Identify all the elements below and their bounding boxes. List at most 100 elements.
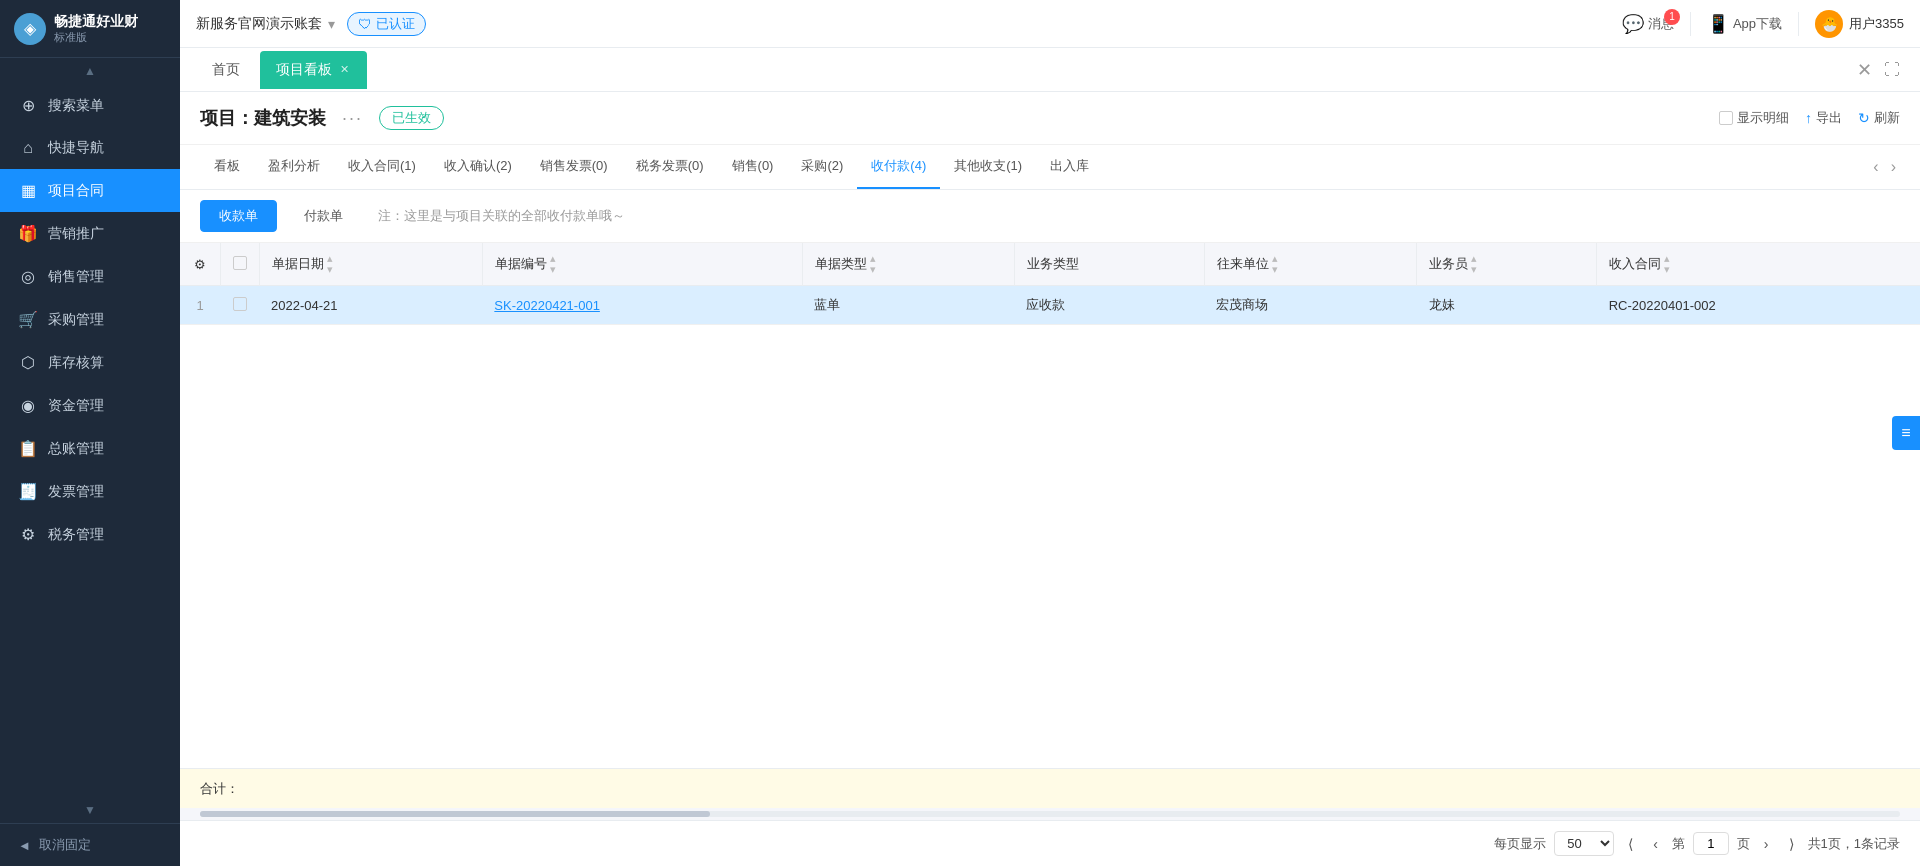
th-type-label: 单据类型 bbox=[815, 255, 867, 273]
inventory-icon: ⬡ bbox=[18, 353, 38, 372]
table-row[interactable]: 1 2022-04-21 SK-20220421-001 蓝单 应收款 宏茂商场… bbox=[180, 286, 1920, 325]
row-checkbox[interactable] bbox=[233, 297, 247, 311]
show-detail-action[interactable]: 显示明细 bbox=[1719, 109, 1789, 127]
sidebar-item-purchase[interactable]: 🛒 采购管理 bbox=[0, 298, 180, 341]
sub-tab-profit[interactable]: 盈利分析 bbox=[254, 145, 334, 189]
sub-tab-kanban[interactable]: 看板 bbox=[200, 145, 254, 189]
topbar-app-download-btn[interactable]: 📱 App下载 bbox=[1707, 13, 1782, 35]
show-detail-checkbox[interactable] bbox=[1719, 111, 1733, 125]
prev-page-btn[interactable]: ‹ bbox=[1647, 833, 1664, 855]
project-icon: ▦ bbox=[18, 181, 38, 200]
sub-tab-other-expense[interactable]: 其他收支(1) bbox=[940, 145, 1036, 189]
sidebar-item-project[interactable]: ▦ 项目合同 bbox=[0, 169, 180, 212]
scroll-down-arrow[interactable]: ▼ bbox=[0, 801, 180, 819]
sub-tab-next-arrow[interactable]: › bbox=[1887, 154, 1900, 180]
tab-close-icon[interactable]: ✕ bbox=[338, 63, 351, 76]
project-title: 项目：建筑安装 bbox=[200, 106, 326, 130]
inner-tab-note: 注：这里是与项目关联的全部收付款单哦～ bbox=[378, 207, 625, 225]
sub-tab-receipt[interactable]: 收付款(4) bbox=[857, 145, 940, 189]
inner-tab-receipt-label: 收款单 bbox=[219, 208, 258, 223]
last-page-btn[interactable]: ⟩ bbox=[1783, 833, 1800, 855]
sub-tab-inout[interactable]: 出入库 bbox=[1036, 145, 1103, 189]
sidebar-item-tax[interactable]: ⚙ 税务管理 bbox=[0, 513, 180, 556]
table-scrollbar[interactable] bbox=[180, 808, 1920, 820]
inner-tab-payment[interactable]: 付款单 bbox=[285, 200, 362, 232]
project-more-btn[interactable]: ··· bbox=[342, 108, 363, 129]
topbar-user[interactable]: 🐣 用户3355 bbox=[1815, 10, 1904, 38]
sidebar-item-label: 发票管理 bbox=[48, 483, 104, 501]
th-number[interactable]: 单据编号 ▴▾ bbox=[482, 243, 802, 286]
th-type[interactable]: 单据类型 ▴▾ bbox=[802, 243, 1014, 286]
home-icon: ⌂ bbox=[18, 139, 38, 157]
topbar-message-btn[interactable]: 💬 消息 1 bbox=[1622, 13, 1674, 35]
phone-icon: 📱 bbox=[1707, 13, 1729, 35]
app-logo-icon: ◈ bbox=[14, 13, 46, 45]
sub-tab-sales-invoice[interactable]: 销售发票(0) bbox=[526, 145, 622, 189]
sidebar-item-marketing[interactable]: 🎁 营销推广 bbox=[0, 212, 180, 255]
th-gear[interactable]: ⚙ bbox=[180, 243, 220, 286]
sidebar-item-finance[interactable]: ◉ 资金管理 bbox=[0, 384, 180, 427]
sub-tab-prev-arrow[interactable]: ‹ bbox=[1869, 154, 1882, 180]
sidebar-item-quicknav[interactable]: ⌂ 快捷导航 bbox=[0, 127, 180, 169]
th-salesperson[interactable]: 业务员 ▴▾ bbox=[1417, 243, 1597, 286]
sidebar-item-label: 营销推广 bbox=[48, 225, 104, 243]
sidebar-item-search[interactable]: ⊕ 搜索菜单 bbox=[0, 84, 180, 127]
td-checkbox[interactable] bbox=[220, 286, 259, 325]
th-date[interactable]: 单据日期 ▴▾ bbox=[259, 243, 482, 286]
tab-kanban[interactable]: 项目看板 ✕ bbox=[260, 51, 367, 89]
sidebar-item-ledger[interactable]: 📋 总账管理 bbox=[0, 427, 180, 470]
message-icon: 💬 bbox=[1622, 13, 1644, 35]
sub-tab-income-confirm[interactable]: 收入确认(2) bbox=[430, 145, 526, 189]
unpin-icon: ◄ bbox=[18, 838, 31, 853]
window-expand-btn[interactable]: ⛶ bbox=[1880, 57, 1904, 83]
page-number-input[interactable] bbox=[1693, 832, 1729, 855]
refresh-icon: ↻ bbox=[1858, 110, 1870, 126]
sidebar-unpin[interactable]: ◄ 取消固定 bbox=[0, 823, 180, 866]
sub-tabs: 看板 盈利分析 收入合同(1) 收入确认(2) 销售发票(0) 税务发票(0) … bbox=[180, 145, 1920, 190]
sidebar-item-sales[interactable]: ◎ 销售管理 bbox=[0, 255, 180, 298]
tab-home[interactable]: 首页 bbox=[196, 51, 256, 89]
sidebar-scroll-up[interactable]: ▲ bbox=[0, 58, 180, 84]
app-name: 畅捷通好业财 bbox=[54, 12, 138, 30]
td-date: 2022-04-21 bbox=[259, 286, 482, 325]
scrollbar-track[interactable] bbox=[200, 811, 1900, 817]
tab-home-label: 首页 bbox=[212, 61, 240, 79]
inner-tab-receipt[interactable]: 收款单 bbox=[200, 200, 277, 232]
refresh-action[interactable]: ↻ 刷新 bbox=[1858, 109, 1900, 127]
select-all-checkbox[interactable] bbox=[233, 256, 247, 270]
sidebar-item-label: 项目合同 bbox=[48, 182, 104, 200]
scrollbar-thumb[interactable] bbox=[200, 811, 710, 817]
td-number[interactable]: SK-20220421-001 bbox=[482, 286, 802, 325]
th-partner[interactable]: 往来单位 ▴▾ bbox=[1204, 243, 1416, 286]
table-footer: 合计： bbox=[180, 768, 1920, 808]
sub-tab-income-contract[interactable]: 收入合同(1) bbox=[334, 145, 430, 189]
export-action[interactable]: ↑ 导出 bbox=[1805, 109, 1842, 127]
sub-tab-purchase[interactable]: 采购(2) bbox=[787, 145, 857, 189]
page-size-label: 每页显示 bbox=[1494, 835, 1546, 853]
next-page-btn[interactable]: › bbox=[1758, 833, 1775, 855]
window-close-btn[interactable]: ✕ bbox=[1853, 55, 1876, 85]
export-label: 导出 bbox=[1816, 109, 1842, 127]
sidebar-item-label: 销售管理 bbox=[48, 268, 104, 286]
topbar-actions: 💬 消息 1 📱 App下载 🐣 用户3355 bbox=[1622, 10, 1904, 38]
message-count-badge: 1 bbox=[1664, 9, 1680, 25]
purchase-icon: 🛒 bbox=[18, 310, 38, 329]
sidebar-item-invoice[interactable]: 🧾 发票管理 bbox=[0, 470, 180, 513]
scroll-up-arrow[interactable]: ▲ bbox=[0, 62, 180, 80]
sidebar-item-inventory[interactable]: ⬡ 库存核算 bbox=[0, 341, 180, 384]
th-income-contract[interactable]: 收入合同 ▴▾ bbox=[1597, 243, 1920, 286]
ledger-icon: 📋 bbox=[18, 439, 38, 458]
gift-icon: 🎁 bbox=[18, 224, 38, 243]
th-checkbox[interactable] bbox=[220, 243, 259, 286]
page-size-select[interactable]: 50 20 100 bbox=[1554, 831, 1614, 856]
topbar-app-download-label: App下载 bbox=[1733, 15, 1782, 33]
sidebar-item-label: 税务管理 bbox=[48, 526, 104, 544]
sidebar-scroll-down[interactable]: ▼ bbox=[0, 797, 180, 823]
right-panel-toggle-btn[interactable]: ≡ bbox=[1892, 416, 1920, 450]
topbar-project-selector[interactable]: 新服务官网演示账套 ▾ bbox=[196, 15, 335, 33]
sub-tab-sales[interactable]: 销售(0) bbox=[718, 145, 788, 189]
td-salesperson: 龙妹 bbox=[1417, 286, 1597, 325]
first-page-btn[interactable]: ⟨ bbox=[1622, 833, 1639, 855]
topbar-divider-1 bbox=[1690, 12, 1691, 36]
sub-tab-tax-invoice[interactable]: 税务发票(0) bbox=[622, 145, 718, 189]
